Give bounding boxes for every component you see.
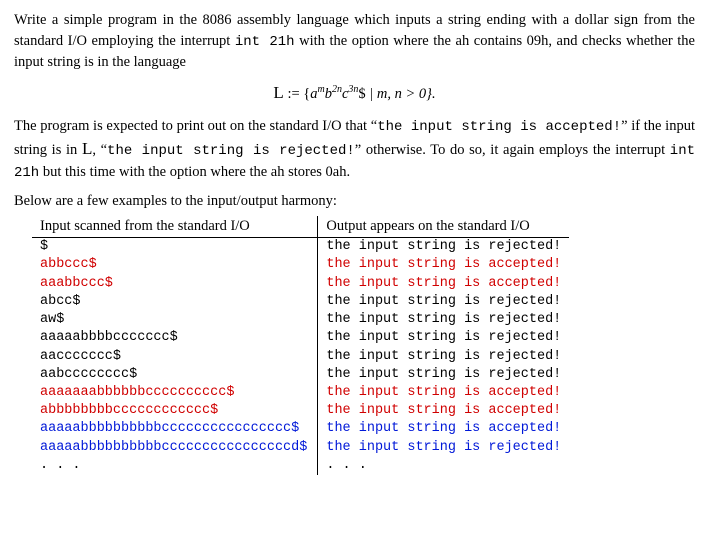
cell-output: the input string is rejected! [318, 439, 569, 457]
table-row: abbccc$the input string is accepted! [32, 256, 569, 274]
math-assign: := { [284, 86, 310, 102]
p2-d: ” otherwise. To do so, it again employs … [355, 142, 670, 158]
table-row: aaaaabbbbbbbbbbcccccccccccccccc$the inpu… [32, 420, 569, 438]
math-L: L [273, 83, 283, 102]
paragraph-3: Below are a few examples to the input/ou… [14, 191, 695, 212]
table-header-row: Input scanned from the standard I/O Outp… [32, 216, 569, 238]
cell-output: the input string is rejected! [318, 293, 569, 311]
table-row: aabcccccccc$the input string is rejected… [32, 366, 569, 384]
cell-output: the input string is rejected! [318, 329, 569, 347]
cell-output: the input string is rejected! [318, 238, 569, 257]
cell-output: the input string is rejected! [318, 311, 569, 329]
th-output: Output appears on the standard I/O [318, 216, 569, 238]
table-row: abbbbbbbbcccccccccccc$the input string i… [32, 402, 569, 420]
cell-input: abbbbbbbbcccccccccccc$ [32, 402, 318, 420]
p2-c: , “ [92, 142, 107, 158]
math-definition: L := {amb2nc3n$ | m, n > 0}. [14, 81, 695, 106]
table-row: aw$the input string is rejected! [32, 311, 569, 329]
cell-input: abbccc$ [32, 256, 318, 274]
cell-input: abcc$ [32, 293, 318, 311]
table-row: aaaaabbbbccccccc$the input string is rej… [32, 329, 569, 347]
cell-output: the input string is accepted! [318, 256, 569, 274]
th-input: Input scanned from the standard I/O [32, 216, 318, 238]
math-exp-m: m [317, 85, 324, 96]
p2-a: The program is expected to print out on … [14, 118, 377, 134]
table-row-ellipsis: . . .. . . [32, 457, 569, 475]
table-row: aaaaabbbbbbbbbbccccccccccccccccd$the inp… [32, 439, 569, 457]
paragraph-2: The program is expected to print out on … [14, 116, 695, 183]
cell-output: the input string is rejected! [318, 348, 569, 366]
cell-input: aabcccccccc$ [32, 366, 318, 384]
io-table: Input scanned from the standard I/O Outp… [32, 216, 569, 475]
p1-int: int 21h [235, 34, 295, 50]
cell-input: aaccccccc$ [32, 348, 318, 366]
p2-e: but this time with the option where the … [39, 164, 350, 180]
io-tbody: $the input string is rejected!abbccc$the… [32, 238, 569, 475]
p2-L: L [82, 139, 92, 158]
math-b: b [325, 86, 332, 102]
math-cond: | m, n > 0}. [366, 86, 436, 102]
math-exp-2n: 2n [332, 85, 342, 96]
cell-input: aaaaabbbbbbbbbbcccccccccccccccc$ [32, 420, 318, 438]
cell-input: aaabbccc$ [32, 275, 318, 293]
table-row: abcc$the input string is rejected! [32, 293, 569, 311]
math-exp-3n: 3n [348, 85, 358, 96]
paragraph-1: Write a simple program in the 8086 assem… [14, 10, 695, 73]
cell-input: aaaaabbbbbbbbbbccccccccccccccccd$ [32, 439, 318, 457]
cell-ellipsis-left: . . . [32, 457, 318, 475]
table-row: $the input string is rejected! [32, 238, 569, 257]
cell-output: the input string is accepted! [318, 420, 569, 438]
math-dollar: $ [358, 86, 365, 102]
cell-output: the input string is rejected! [318, 366, 569, 384]
p2-reject: the input string is rejected! [107, 143, 355, 159]
cell-input: aw$ [32, 311, 318, 329]
cell-ellipsis-right: . . . [318, 457, 569, 475]
table-row: aaaaaaabbbbbbcccccccccc$the input string… [32, 384, 569, 402]
cell-output: the input string is accepted! [318, 275, 569, 293]
cell-input: aaaaaaabbbbbbcccccccccc$ [32, 384, 318, 402]
cell-input: $ [32, 238, 318, 257]
cell-output: the input string is accepted! [318, 384, 569, 402]
cell-input: aaaaabbbbccccccc$ [32, 329, 318, 347]
cell-output: the input string is accepted! [318, 402, 569, 420]
table-row: aaccccccc$the input string is rejected! [32, 348, 569, 366]
p2-accept: the input string is accepted! [377, 119, 621, 135]
table-row: aaabbccc$the input string is accepted! [32, 275, 569, 293]
